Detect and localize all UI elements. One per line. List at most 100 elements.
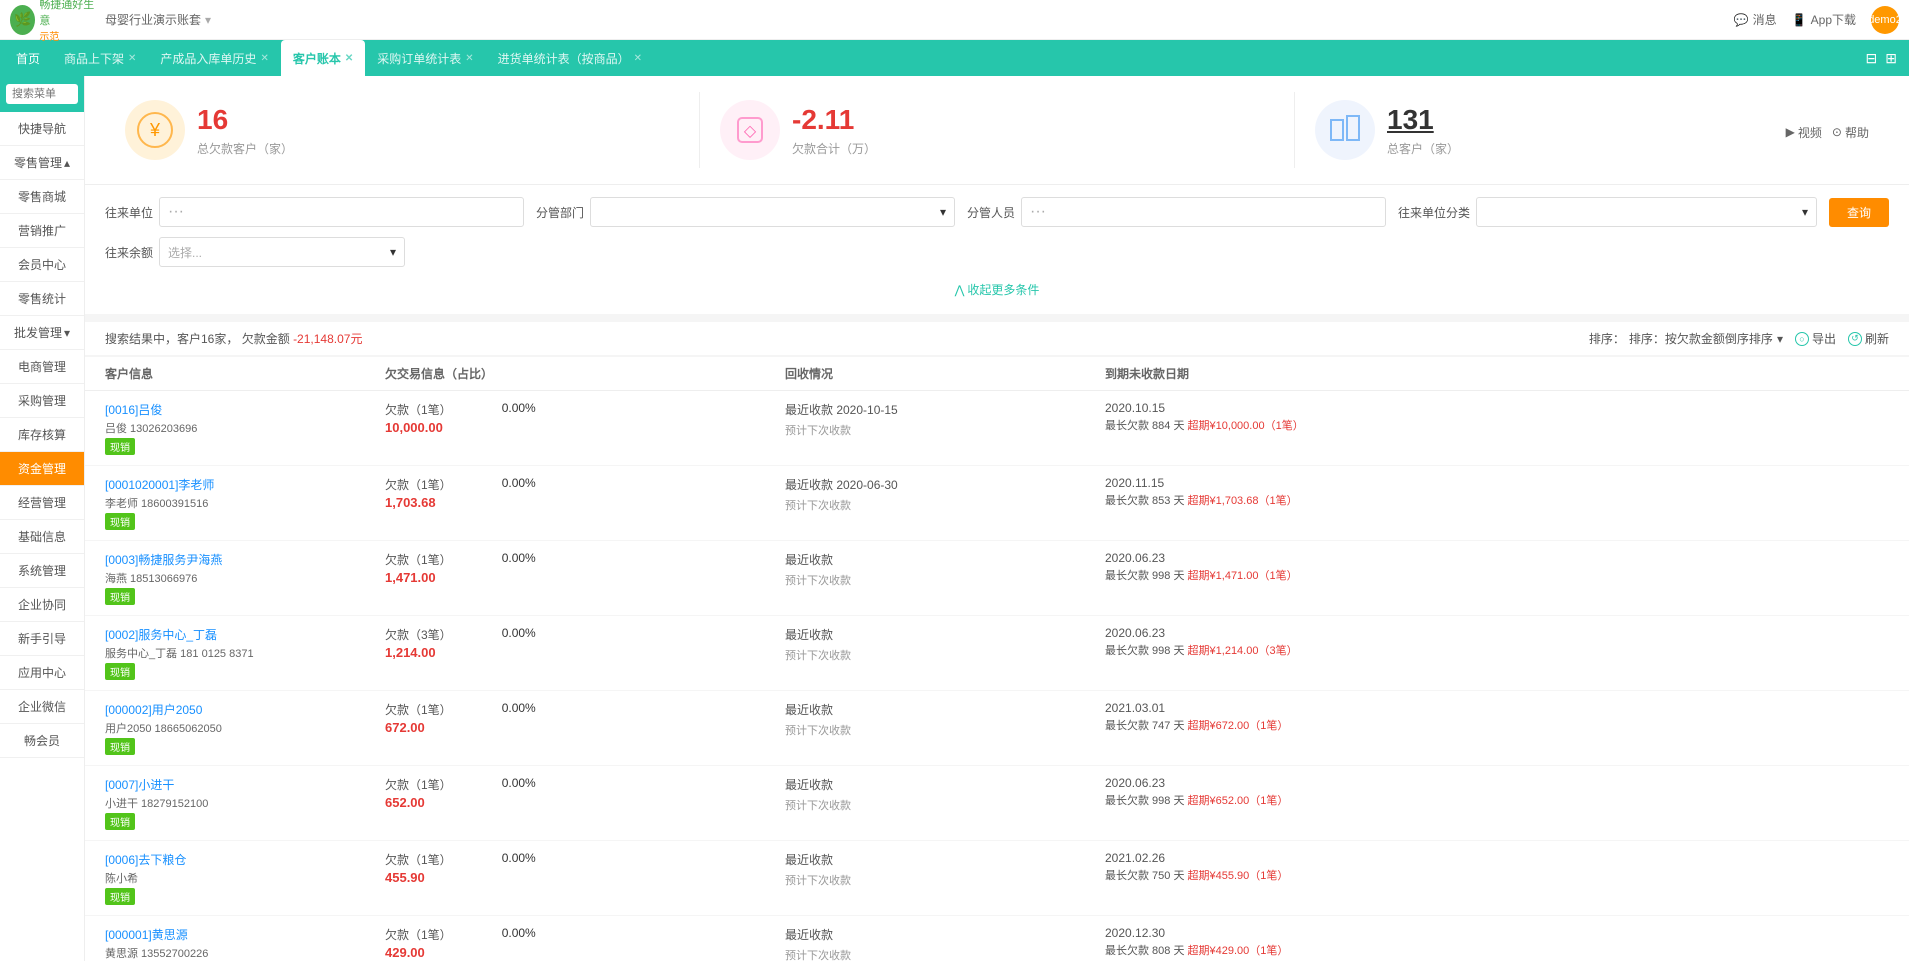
sidebar-item-wechat[interactable]: 企业微信 xyxy=(0,690,84,724)
tab-product-listing[interactable]: 商品上下架 ✕ xyxy=(52,40,148,76)
sidebar-item-member-center[interactable]: 会员中心 xyxy=(0,248,84,282)
debt-info-3: 欠款（3笔） 1,214.00 0.00% xyxy=(385,626,785,680)
sidebar-item-operations[interactable]: 经营管理 xyxy=(0,486,84,520)
customer-phone-0: 吕俊 13026203696 xyxy=(105,420,385,436)
results-info: 搜索结果中，客户16家， 欠款金额 -21,148.07元 xyxy=(105,330,362,347)
search-input[interactable] xyxy=(6,84,78,104)
logo-text: 畅捷通好生意 示范 xyxy=(39,0,95,43)
collapse-button[interactable]: ⋀ 收起更多条件 xyxy=(955,281,1040,298)
col-overdue: 到期未收款日期 xyxy=(1105,365,1889,382)
manager-input[interactable]: ··· xyxy=(1021,197,1386,227)
tab-product-history[interactable]: 产成品入库单历史 ✕ xyxy=(148,40,280,76)
debt-info-2: 欠款（1笔） 1,471.00 0.00% xyxy=(385,551,785,605)
table-row: [0006]去下粮仓 陈小希 现销 欠款（1笔） 455.90 0.00% 最近… xyxy=(85,841,1909,916)
total-customers-label: 总客户（家） xyxy=(1387,140,1459,157)
customer-info-7: [000001]黄思源 黄思源 13552700226 现销 xyxy=(105,926,385,961)
message-button[interactable]: 💬 消息 xyxy=(1734,11,1777,28)
close-icon[interactable]: ✕ xyxy=(465,53,473,64)
table-row: [0003]畅捷服务尹海燕 海燕 18513066976 现销 欠款（1笔） 1… xyxy=(85,541,1909,616)
tab-home[interactable]: 首页 xyxy=(4,40,52,76)
debt-info-4: 欠款（1笔） 672.00 0.00% xyxy=(385,701,785,755)
svg-text:¥: ¥ xyxy=(149,120,161,140)
export-button[interactable]: ○ 导出 xyxy=(1795,330,1836,347)
close-icon[interactable]: ✕ xyxy=(634,53,642,64)
app-download-button[interactable]: 📱 App下载 xyxy=(1792,11,1856,28)
customer-name-1[interactable]: [0001020001]李老师 xyxy=(105,476,385,493)
overdue-link-0[interactable]: 超期¥10,000.00（1笔） xyxy=(1188,420,1304,432)
overdue-link-2[interactable]: 超期¥1,471.00（1笔） xyxy=(1188,570,1298,582)
sidebar-item-vip[interactable]: 畅会员 xyxy=(0,724,84,758)
customer-name-4[interactable]: [000002]用户2050 xyxy=(105,701,385,718)
customer-name-5[interactable]: [0007]小进干 xyxy=(105,776,385,793)
sidebar-item-system[interactable]: 系统管理 xyxy=(0,554,84,588)
view-video-link[interactable]: ▶ 视频 xyxy=(1786,124,1822,141)
tab-purchase-stats[interactable]: 采购订单统计表 ✕ xyxy=(365,40,485,76)
company-selector[interactable]: 母婴行业演示账套 ▾ xyxy=(95,11,1734,28)
customer-tag-6: 现销 xyxy=(105,888,135,905)
main-content: ¥ 16 总欠款客户（家） ◇ -2.11 欠款合计（万） xyxy=(85,76,1909,961)
sidebar-item-retail-mall[interactable]: 零售商城 xyxy=(0,180,84,214)
unit-category-select[interactable]: ▾ xyxy=(1476,197,1817,227)
search-button[interactable]: 查询 xyxy=(1829,198,1889,227)
sidebar-item-wholesale[interactable]: 批发管理▾ xyxy=(0,316,84,350)
debt-total-icon: ◇ xyxy=(720,100,780,160)
sidebar-item-quick-nav[interactable]: 快捷导航 xyxy=(0,112,84,146)
customer-name-6[interactable]: [0006]去下粮仓 xyxy=(105,851,385,868)
overdue-link-5[interactable]: 超期¥652.00（1笔） xyxy=(1188,795,1289,807)
maximize-icon[interactable]: ⊞ xyxy=(1885,50,1897,67)
overdue-link-6[interactable]: 超期¥455.90（1笔） xyxy=(1188,870,1289,882)
customer-name-0[interactable]: [0016]吕俊 xyxy=(105,401,385,418)
col-collection: 回收情况 xyxy=(785,365,1105,382)
help-link[interactable]: ⊙ 帮助 xyxy=(1832,124,1869,141)
sidebar-item-finance[interactable]: 资金管理 xyxy=(0,452,84,486)
customer-name-7[interactable]: [000001]黄思源 xyxy=(105,926,385,943)
customer-name-2[interactable]: [0003]畅捷服务尹海燕 xyxy=(105,551,385,568)
total-customers-body: 131 总客户（家） xyxy=(1387,104,1459,157)
close-icon[interactable]: ✕ xyxy=(260,53,268,64)
debt-info-5: 欠款（1笔） 652.00 0.00% xyxy=(385,776,785,830)
filter-area: 往来单位 ··· 分管部门 ▾ 分管人员 ··· xyxy=(85,185,1909,314)
logo-area: 🌿 畅捷通好生意 示范 xyxy=(10,0,95,43)
sidebar-item-retail-stats[interactable]: 零售统计 xyxy=(0,282,84,316)
nav-right-buttons: ⊟ ⊞ xyxy=(1866,40,1905,76)
close-icon[interactable]: ✕ xyxy=(128,53,136,64)
table-header: 客户信息 欠交易信息（占比） 回收情况 到期未收款日期 xyxy=(85,357,1909,391)
sidebar-item-ecommerce[interactable]: 电商管理 xyxy=(0,350,84,384)
customer-name-3[interactable]: [0002]服务中心_丁磊 xyxy=(105,626,385,643)
filter-manager: 分管人员 ··· xyxy=(967,197,1386,227)
sidebar-item-purchase[interactable]: 采购管理 xyxy=(0,384,84,418)
sort-selector[interactable]: 排序： 排序：按欠款金额倒序排序 ▾ xyxy=(1589,330,1783,347)
overdue-link-3[interactable]: 超期¥1,214.00（3笔） xyxy=(1188,645,1298,657)
overdue-link-4[interactable]: 超期¥672.00（1笔） xyxy=(1188,720,1289,732)
top-bar-right: 💬 消息 📱 App下载 demo2 xyxy=(1734,6,1899,34)
overdue-link-1[interactable]: 超期¥1,703.68（1笔） xyxy=(1188,495,1298,507)
overdue-link-7[interactable]: 超期¥429.00（1笔） xyxy=(1188,945,1289,957)
sidebar-item-guide[interactable]: 新手引导 xyxy=(0,622,84,656)
sidebar-item-basic-info[interactable]: 基础信息 xyxy=(0,520,84,554)
customer-phone-5: 小进干 18279152100 xyxy=(105,795,385,811)
logo-icon: 🌿 xyxy=(10,5,35,35)
sidebar-item-inventory[interactable]: 库存核算 xyxy=(0,418,84,452)
tab-customer-account[interactable]: 客户账本 ✕ xyxy=(281,40,365,76)
main-layout: 快捷导航 零售管理▴ 零售商城 营销推广 会员中心 零售统计 批发管理▾ 电商管… xyxy=(0,76,1909,961)
dept-select[interactable]: ▾ xyxy=(590,197,955,227)
total-customers-icon xyxy=(1315,100,1375,160)
avatar[interactable]: demo2 xyxy=(1871,6,1899,34)
from-unit-input[interactable]: ··· xyxy=(159,197,524,227)
sidebar-search-area xyxy=(0,76,84,112)
close-icon[interactable]: ✕ xyxy=(345,53,353,64)
nav-tabs: 首页 商品上下架 ✕ 产成品入库单历史 ✕ 客户账本 ✕ 采购订单统计表 ✕ 进… xyxy=(0,40,1909,76)
overdue-info-7: 2020.12.30 最长欠款 808 天 超期¥429.00（1笔） xyxy=(1105,926,1889,961)
balance-select[interactable]: 选择... ▾ xyxy=(159,237,405,267)
tab-inbound-stats[interactable]: 进货单统计表（按商品） ✕ xyxy=(486,40,654,76)
results-bar: 搜索结果中，客户16家， 欠款金额 -21,148.07元 排序： 排序：按欠款… xyxy=(85,322,1909,355)
sidebar-item-app-center[interactable]: 应用中心 xyxy=(0,656,84,690)
customer-phone-2: 海燕 18513066976 xyxy=(105,570,385,586)
sidebar-item-marketing[interactable]: 营销推广 xyxy=(0,214,84,248)
overdue-info-5: 2020.06.23 最长欠款 998 天 超期¥652.00（1笔） xyxy=(1105,776,1889,830)
card-top-right: ▶ 视频 ⊙ 帮助 xyxy=(1786,120,1869,141)
refresh-button[interactable]: ↺ 刷新 xyxy=(1848,330,1889,347)
sidebar-item-retail-mgmt[interactable]: 零售管理▴ xyxy=(0,146,84,180)
minimize-icon[interactable]: ⊟ xyxy=(1866,50,1878,67)
sidebar-item-enterprise-collab[interactable]: 企业协同 xyxy=(0,588,84,622)
